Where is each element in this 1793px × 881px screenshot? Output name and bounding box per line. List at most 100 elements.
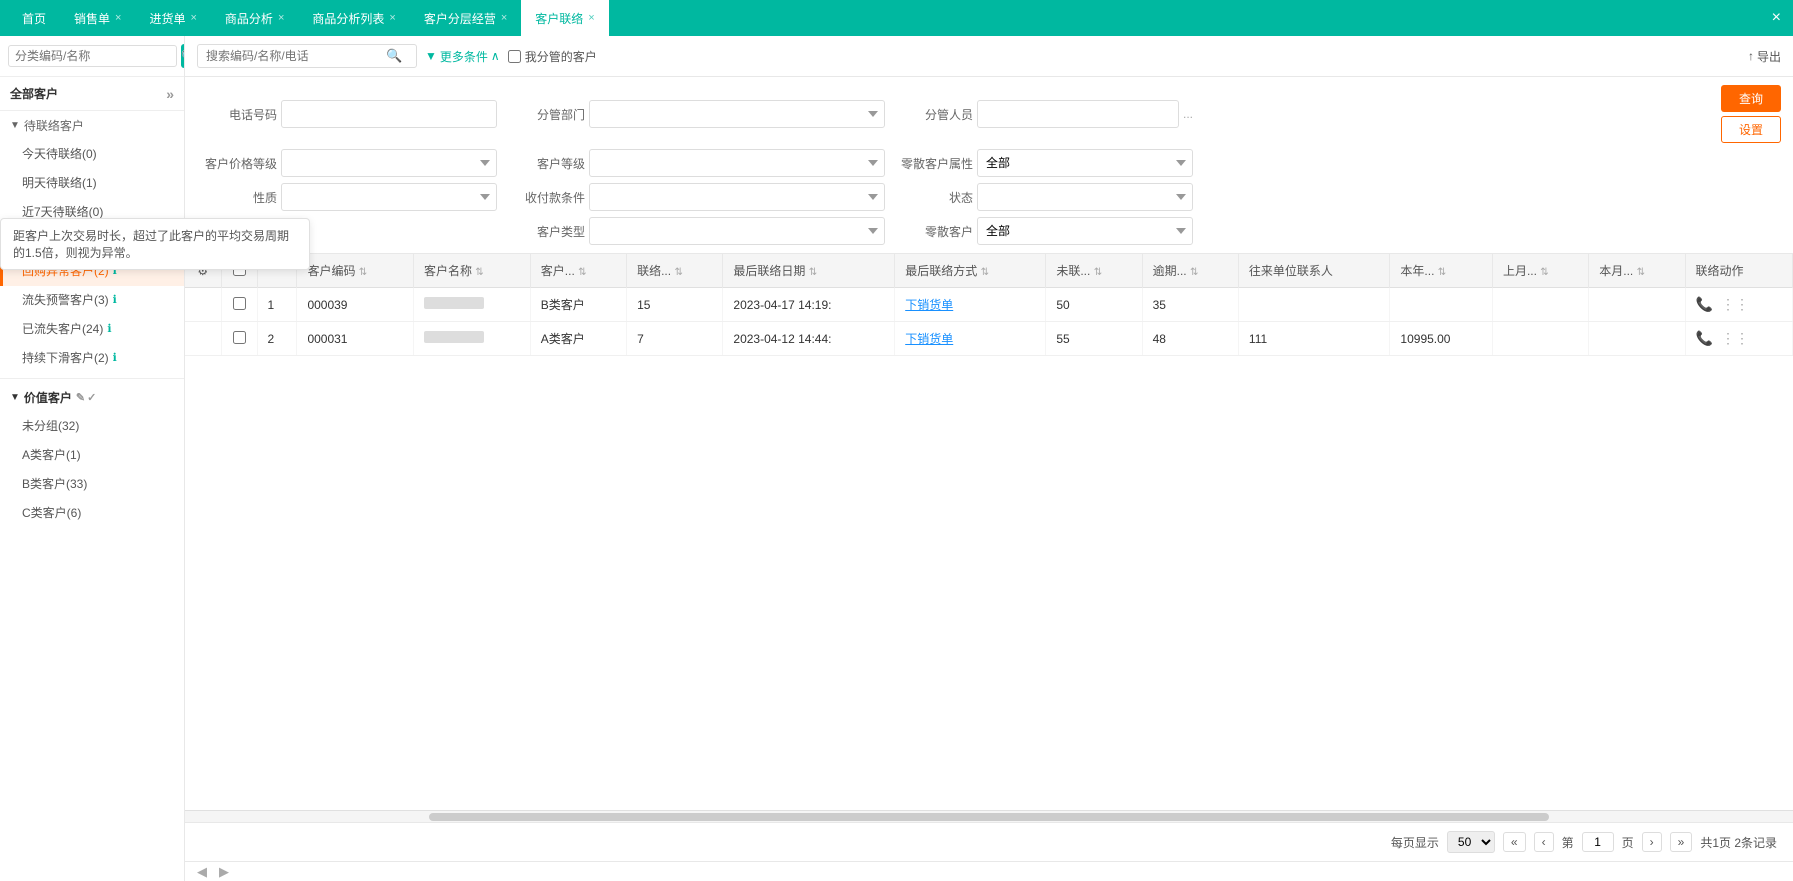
td-last-contact-method-2[interactable]: 下销货单 (895, 322, 1046, 356)
sidebar-item-already-lost[interactable]: 已流失客户(24) ℹ (0, 315, 184, 344)
window-close-icon[interactable]: × (1772, 9, 1781, 27)
sidebar-item-lost-pre[interactable]: 流失预警客户(3) ℹ (0, 286, 184, 315)
horizontal-scrollbar[interactable] (429, 813, 1549, 821)
col-checkbox[interactable] (221, 254, 257, 288)
last-page-btn[interactable]: » (1670, 832, 1693, 852)
td-last-contact-date-2: 2023-04-12 14:44: (723, 322, 895, 356)
more-conditions-btn[interactable]: ▼ 更多条件 ∧ (425, 48, 500, 65)
sidebar-search-area: 🔍 (0, 36, 184, 77)
action-phone-icon-2[interactable]: 📞 (1696, 330, 1713, 347)
page-input[interactable] (1582, 832, 1614, 852)
status-select[interactable] (977, 183, 1193, 211)
row-checkbox-2[interactable] (233, 331, 246, 344)
td-last-contact-method-1[interactable]: 下销货单 (895, 288, 1046, 322)
nav-product-list[interactable]: 商品分析列表 × (298, 0, 409, 36)
td-name-1[interactable] (413, 288, 530, 322)
sidebar-collapse-icon[interactable]: » (166, 86, 174, 102)
last-contact-method-link-2[interactable]: 下销货单 (905, 332, 953, 346)
table-row: 1 000039 B类客户 15 2023-04-17 14:19: 下销货单 … (185, 288, 1793, 322)
horizontal-scrollbar-area[interactable] (185, 810, 1793, 822)
sidebar-item-repurchase-abnormal[interactable]: 回购异常客户(2) ℹ (0, 257, 184, 286)
td-code-2[interactable]: 000031 (297, 322, 414, 356)
sidebar-item-7days[interactable]: 近7天待联络(0) (0, 198, 184, 227)
manager-more-icon[interactable]: ... (1183, 107, 1193, 121)
sidebar-search-input[interactable] (8, 45, 177, 67)
sidebar-all-customers-header[interactable]: 全部客户 » (0, 77, 184, 111)
td-code-1[interactable]: 000039 (297, 288, 414, 322)
nav-customer-tier-close[interactable]: × (501, 12, 507, 24)
more-btn[interactable]: ... (221, 224, 231, 238)
sidebar-item-overdue[interactable]: 逾期未联络(30) (0, 228, 184, 257)
col-code[interactable]: 客户编码 (297, 254, 414, 288)
nav-customer-tier[interactable]: 客户分层经营 × (410, 0, 521, 36)
col-last-contact-date[interactable]: 最后联络日期 (723, 254, 895, 288)
prev-page-btn[interactable]: ‹ (1534, 832, 1554, 852)
phone-input[interactable] (281, 100, 497, 128)
col-settings[interactable]: ⚙ (185, 254, 221, 288)
next-page-btn[interactable]: › (1642, 832, 1662, 852)
col-this-year[interactable]: 本年... (1390, 254, 1493, 288)
payment-select[interactable] (589, 183, 885, 211)
col-contact-count[interactable]: 联络... (627, 254, 723, 288)
header-checkbox[interactable] (233, 263, 246, 276)
first-page-btn[interactable]: « (1503, 832, 1526, 852)
per-page-select[interactable]: 50 (1447, 831, 1495, 853)
value-edit-icon[interactable]: ✎ (76, 391, 85, 404)
col-not-contacted[interactable]: 未联... (1046, 254, 1142, 288)
manager-input[interactable] (977, 100, 1179, 128)
action-phone-icon-1[interactable]: 📞 (1696, 296, 1713, 313)
nav-product-analysis[interactable]: 商品分析 × (211, 0, 298, 36)
nav-product-analysis-close[interactable]: × (278, 12, 284, 24)
query-button[interactable]: 查询 (1721, 85, 1781, 112)
bottom-nav-left-icon[interactable]: ◀ (193, 864, 211, 880)
col-name[interactable]: 客户名称 (413, 254, 530, 288)
gender-select[interactable] (281, 183, 497, 211)
td-checkbox-1[interactable] (221, 288, 257, 322)
td-checkbox-2[interactable] (221, 322, 257, 356)
nav-sales-close[interactable]: × (115, 12, 121, 24)
sidebar-item-a-class[interactable]: A类客户(1) (0, 441, 184, 470)
col-last-contact-method[interactable]: 最后联络方式 (895, 254, 1046, 288)
filter-search-icon[interactable]: 🔍 (386, 48, 402, 64)
customer-level-select[interactable] (589, 149, 885, 177)
settings-button[interactable]: 设置 (1721, 116, 1781, 143)
nav-home[interactable]: 首页 (8, 0, 60, 36)
row-checkbox-1[interactable] (233, 297, 246, 310)
customer-level-label: 客户等级 (505, 155, 585, 172)
action-menu-icon-2[interactable]: ⋮⋮ (1721, 330, 1749, 347)
sidebar-item-c-class[interactable]: C类客户(6) (0, 499, 184, 528)
value-check-icon[interactable]: ✓ (87, 391, 96, 404)
nav-sales[interactable]: 销售单 × (60, 0, 135, 36)
sidebar-item-today[interactable]: 今天待联络(0) (0, 140, 184, 169)
retail-customer-select[interactable]: 全部 (977, 217, 1193, 245)
sidebar-item-tomorrow[interactable]: 明天待联络(1) (0, 169, 184, 198)
dept-select[interactable] (589, 100, 885, 128)
customer-type-select[interactable] (589, 217, 885, 245)
td-overdue-1: 35 (1142, 288, 1238, 322)
col-last-month[interactable]: 上月... (1492, 254, 1588, 288)
nav-purchase-close[interactable]: × (190, 12, 196, 24)
repurchase-info-icon: ℹ (113, 263, 117, 281)
col-customer-type[interactable]: 客户... (530, 254, 626, 288)
td-name-2[interactable] (413, 322, 530, 356)
sidebar-pending-group[interactable]: ▼ 待联络客户 (0, 111, 184, 140)
sidebar-item-continue-down[interactable]: 持续下滑客户(2) ℹ (0, 344, 184, 373)
export-button[interactable]: ↑ 导出 (1748, 48, 1781, 65)
action-menu-icon-1[interactable]: ⋮⋮ (1721, 296, 1749, 313)
col-this-month[interactable]: 本月... (1589, 254, 1685, 288)
nav-purchase[interactable]: 进货单 × (135, 0, 210, 36)
my-customers-checkbox[interactable] (508, 50, 521, 63)
bottom-nav-right-icon[interactable]: ▶ (215, 864, 233, 880)
filter-search-input[interactable] (206, 49, 386, 63)
sidebar-item-ungrouped[interactable]: 未分组(32) (0, 412, 184, 441)
price-level-select[interactable] (281, 149, 497, 177)
nav-customer-contact-close[interactable]: × (588, 12, 594, 24)
sidebar-value-customers-header[interactable]: ▼ 价值客户 ✎ ✓ (0, 383, 184, 412)
col-overdue[interactable]: 逾期... (1142, 254, 1238, 288)
sidebar-item-b-class[interactable]: B类客户(33) (0, 470, 184, 499)
last-contact-method-link-1[interactable]: 下销货单 (905, 298, 953, 312)
retail-attr-select[interactable]: 全部 (977, 149, 1193, 177)
td-last-month-1 (1492, 288, 1588, 322)
nav-product-list-close[interactable]: × (389, 12, 395, 24)
nav-customer-contact[interactable]: 客户联络 × (521, 0, 608, 36)
